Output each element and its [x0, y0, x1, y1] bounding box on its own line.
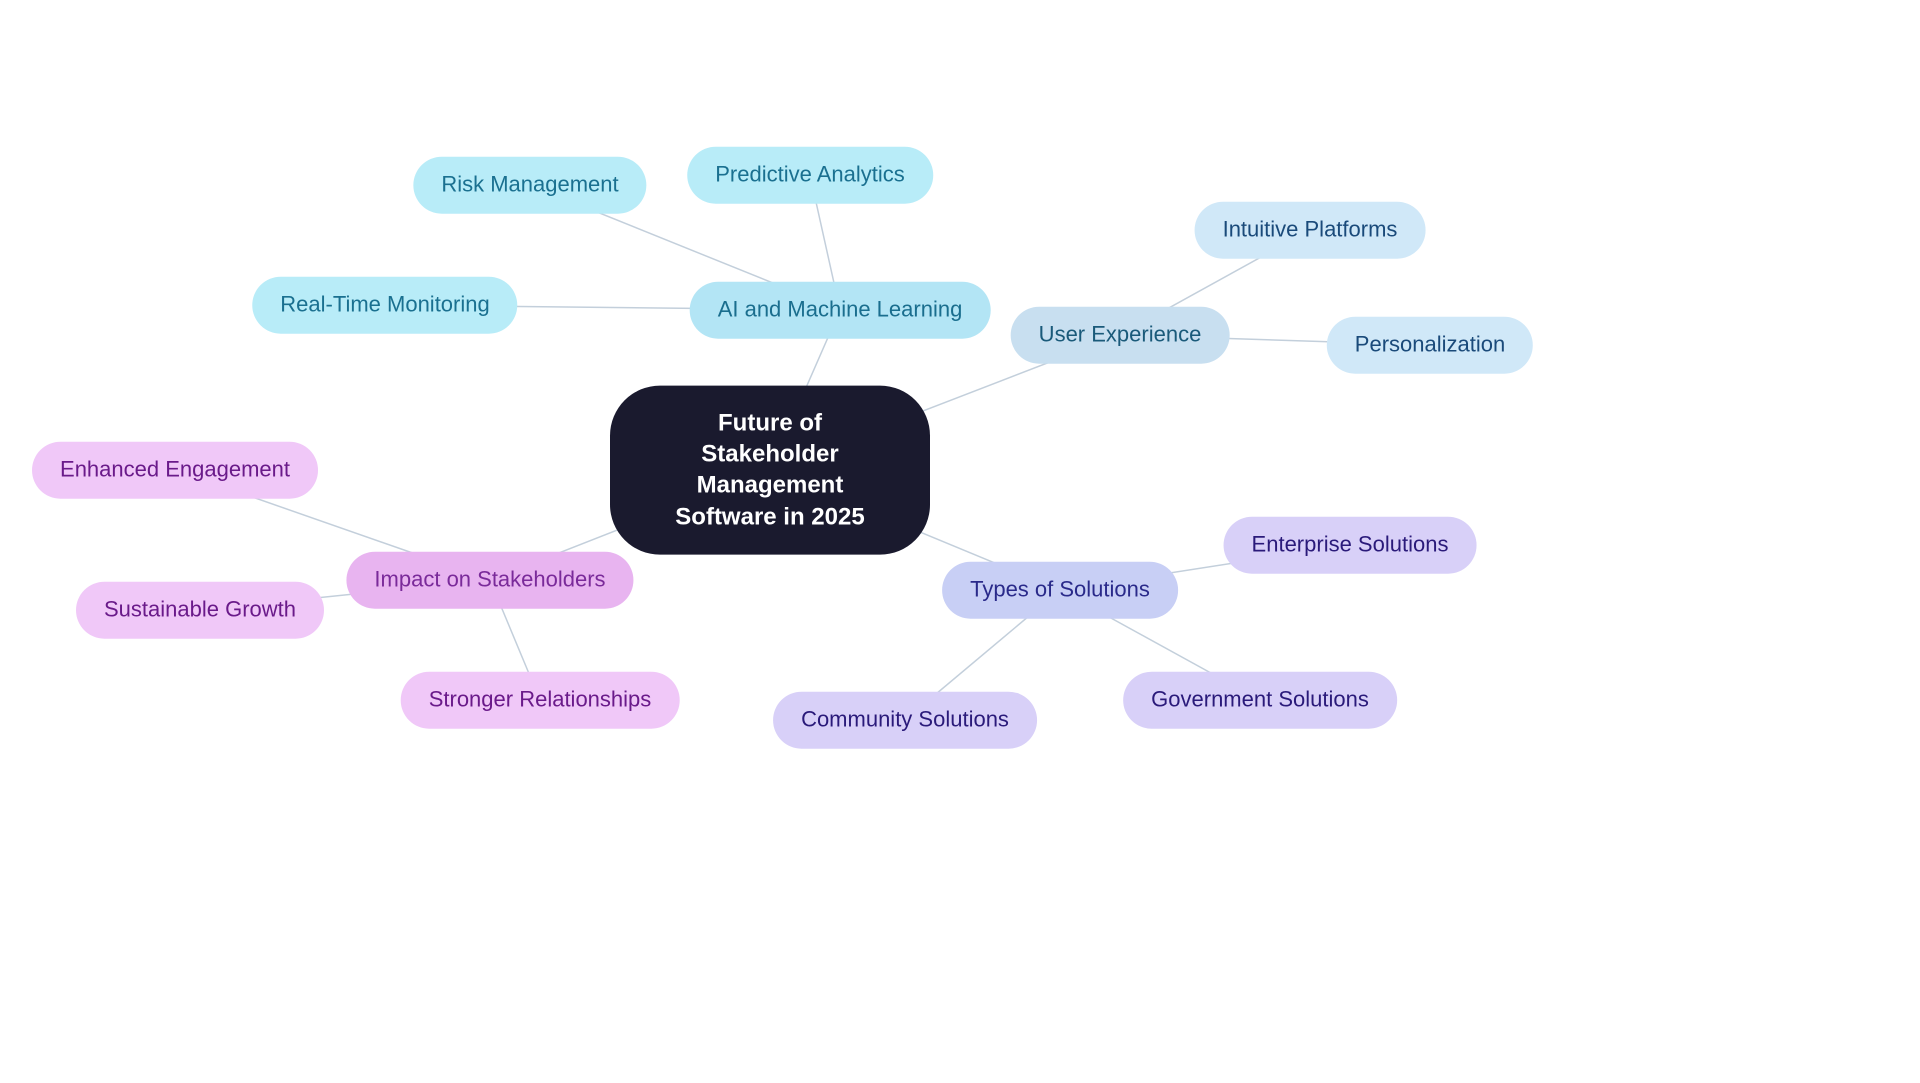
node-sustainable: Sustainable Growth [76, 582, 324, 639]
node-impact: Impact on Stakeholders [346, 552, 633, 609]
node-community: Community Solutions [773, 692, 1037, 749]
node-realtime: Real-Time Monitoring [252, 277, 517, 334]
mind-map-canvas: Future of Stakeholder Management Softwar… [0, 0, 1920, 1083]
node-personal: Personalization [1327, 317, 1533, 374]
node-enhanced: Enhanced Engagement [32, 442, 318, 499]
node-ai: AI and Machine Learning [690, 282, 991, 339]
node-risk: Risk Management [413, 157, 646, 214]
center-node: Future of Stakeholder Management Softwar… [610, 386, 930, 555]
node-government: Government Solutions [1123, 672, 1397, 729]
connection-lines [0, 0, 1920, 1083]
node-intuitive: Intuitive Platforms [1195, 202, 1426, 259]
node-types: Types of Solutions [942, 562, 1178, 619]
node-enterprise: Enterprise Solutions [1224, 517, 1477, 574]
node-stronger: Stronger Relationships [401, 672, 680, 729]
node-predictive: Predictive Analytics [687, 147, 933, 204]
node-ux: User Experience [1011, 307, 1230, 364]
